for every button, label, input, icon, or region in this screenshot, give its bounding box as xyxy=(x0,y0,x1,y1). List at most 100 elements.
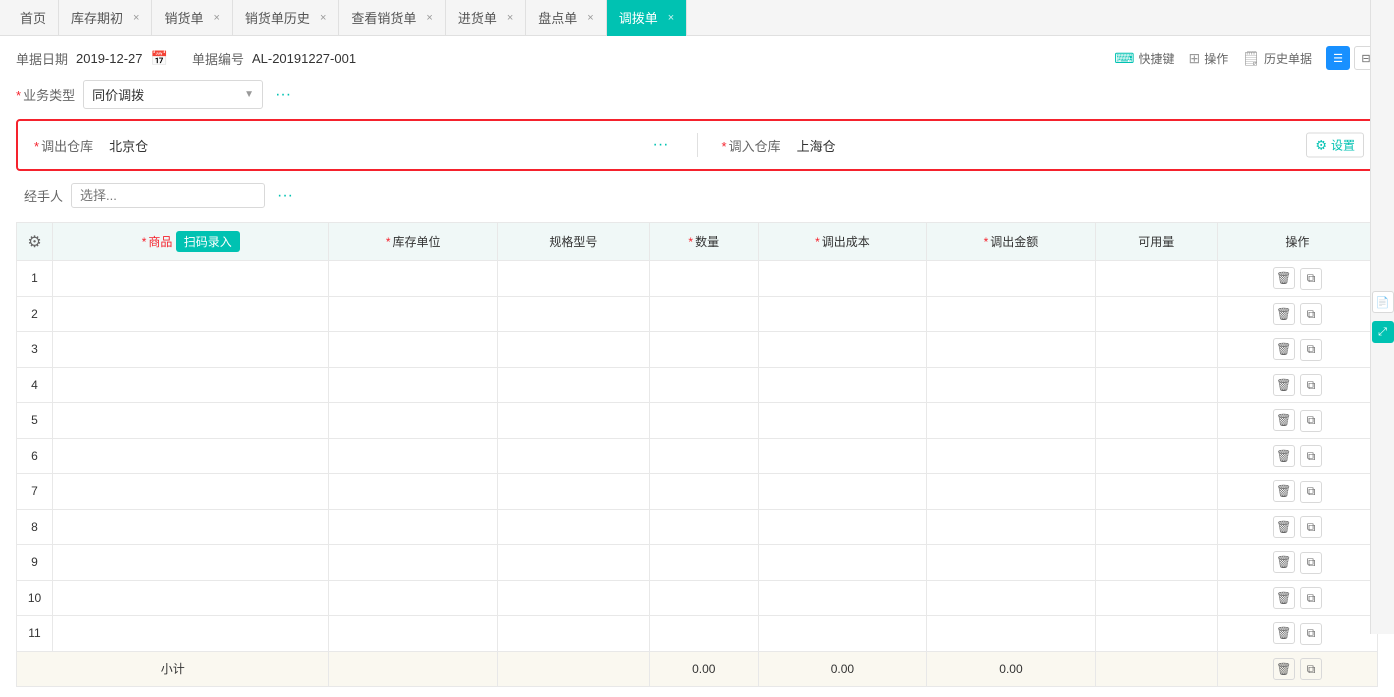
col-settings[interactable]: ⚙ xyxy=(17,223,53,261)
delete-icon-11[interactable]: 🗑 xyxy=(1273,622,1295,644)
row-amount-2[interactable] xyxy=(927,296,1096,332)
row-cost-3[interactable] xyxy=(758,332,927,368)
copy-icon-4[interactable]: ⧉ xyxy=(1300,374,1322,396)
row-qty-2[interactable] xyxy=(649,296,758,332)
row-product-3[interactable] xyxy=(53,332,329,368)
delete-icon-10[interactable]: 🗑 xyxy=(1273,587,1295,609)
handler-more-icon[interactable]: ··· xyxy=(273,187,297,205)
row-amount-10[interactable] xyxy=(927,580,1096,616)
out-warehouse-field: *调出仓库 北京仓 ··· xyxy=(34,136,673,155)
subtotal-delete-icon[interactable]: 🗑 xyxy=(1273,658,1295,680)
biz-type-more-icon[interactable]: ··· xyxy=(271,86,295,104)
tab-close-view-sales[interactable]: × xyxy=(426,12,432,24)
row-unit-2 xyxy=(329,296,498,332)
scan-button[interactable]: 扫码录入 xyxy=(176,231,240,252)
out-warehouse-more-icon[interactable]: ··· xyxy=(649,136,673,154)
row-amount-6[interactable] xyxy=(927,438,1096,474)
row-cost-1[interactable] xyxy=(758,261,927,297)
row-cost-8[interactable] xyxy=(758,509,927,545)
row-qty-9[interactable] xyxy=(649,545,758,581)
row-product-4[interactable] xyxy=(53,367,329,403)
calendar-icon[interactable]: 📅 xyxy=(151,50,168,67)
row-product-1[interactable] xyxy=(53,261,329,297)
delete-icon-8[interactable]: 🗑 xyxy=(1273,516,1295,538)
row-product-8[interactable] xyxy=(53,509,329,545)
delete-icon-9[interactable]: 🗑 xyxy=(1273,551,1295,573)
row-qty-8[interactable] xyxy=(649,509,758,545)
row-qty-6[interactable] xyxy=(649,438,758,474)
row-cost-6[interactable] xyxy=(758,438,927,474)
delete-icon-7[interactable]: 🗑 xyxy=(1273,480,1295,502)
row-amount-4[interactable] xyxy=(927,367,1096,403)
copy-icon-3[interactable]: ⧉ xyxy=(1300,339,1322,361)
tab-sales-order[interactable]: 销货单 × xyxy=(152,0,232,36)
tab-inventory-init[interactable]: 库存期初 × xyxy=(59,0,152,36)
tab-close-stocktake[interactable]: × xyxy=(587,12,593,24)
copy-icon-5[interactable]: ⧉ xyxy=(1300,410,1322,432)
shortcuts-button[interactable]: ⌨ 快捷键 xyxy=(1114,50,1174,67)
delete-icon-5[interactable]: 🗑 xyxy=(1273,409,1295,431)
tab-sales-history[interactable]: 销货单历史 × xyxy=(233,0,339,36)
row-amount-3[interactable] xyxy=(927,332,1096,368)
row-product-9[interactable] xyxy=(53,545,329,581)
row-product-10[interactable] xyxy=(53,580,329,616)
biz-type-select[interactable]: 同价调拨 ▼ xyxy=(83,80,263,109)
row-cost-5[interactable] xyxy=(758,403,927,439)
tab-close-inventory-init[interactable]: × xyxy=(133,12,139,24)
row-product-2[interactable] xyxy=(53,296,329,332)
delete-icon-6[interactable]: 🗑 xyxy=(1273,445,1295,467)
tab-close-transfer[interactable]: × xyxy=(668,12,674,24)
sidebar-expand-button[interactable]: ⤢ xyxy=(1372,321,1394,343)
copy-icon-10[interactable]: ⧉ xyxy=(1300,587,1322,609)
row-qty-7[interactable] xyxy=(649,474,758,510)
history-button[interactable]: 🗒 历史单据 xyxy=(1242,50,1312,67)
copy-icon-6[interactable]: ⧉ xyxy=(1300,445,1322,467)
row-amount-9[interactable] xyxy=(927,545,1096,581)
row-product-11[interactable] xyxy=(53,616,329,652)
row-amount-11[interactable] xyxy=(927,616,1096,652)
tab-close-sales-history[interactable]: × xyxy=(320,12,326,24)
row-amount-1[interactable] xyxy=(927,261,1096,297)
tab-view-sales[interactable]: 查看销货单 × xyxy=(339,0,445,36)
copy-icon-9[interactable]: ⧉ xyxy=(1300,552,1322,574)
row-product-7[interactable] xyxy=(53,474,329,510)
handler-input[interactable] xyxy=(71,183,265,208)
row-cost-2[interactable] xyxy=(758,296,927,332)
subtotal-copy-icon[interactable]: ⧉ xyxy=(1300,658,1322,680)
operations-button[interactable]: ⊞ 操作 xyxy=(1188,50,1228,67)
tab-close-purchase[interactable]: × xyxy=(507,12,513,24)
tab-home[interactable]: 首页 xyxy=(8,0,59,36)
row-qty-4[interactable] xyxy=(649,367,758,403)
settings-button[interactable]: ⚙ 设置 xyxy=(1306,133,1364,158)
toolbar-list-icon[interactable]: ☰ xyxy=(1326,46,1350,70)
row-qty-5[interactable] xyxy=(649,403,758,439)
delete-icon-3[interactable]: 🗑 xyxy=(1273,338,1295,360)
tab-transfer[interactable]: 调拨单 × xyxy=(607,0,687,36)
copy-icon-8[interactable]: ⧉ xyxy=(1300,516,1322,538)
delete-icon-4[interactable]: 🗑 xyxy=(1273,374,1295,396)
row-cost-10[interactable] xyxy=(758,580,927,616)
row-qty-10[interactable] xyxy=(649,580,758,616)
row-qty-11[interactable] xyxy=(649,616,758,652)
row-amount-8[interactable] xyxy=(927,509,1096,545)
delete-icon-2[interactable]: 🗑 xyxy=(1273,303,1295,325)
copy-icon-2[interactable]: ⧉ xyxy=(1300,303,1322,325)
row-cost-9[interactable] xyxy=(758,545,927,581)
row-product-5[interactable] xyxy=(53,403,329,439)
tab-purchase[interactable]: 进货单 × xyxy=(446,0,526,36)
delete-icon-1[interactable]: 🗑 xyxy=(1273,267,1295,289)
row-cost-4[interactable] xyxy=(758,367,927,403)
row-cost-11[interactable] xyxy=(758,616,927,652)
col-settings-icon[interactable]: ⚙ xyxy=(27,234,41,251)
row-amount-7[interactable] xyxy=(927,474,1096,510)
copy-icon-1[interactable]: ⧉ xyxy=(1300,268,1322,290)
sidebar-doc-button[interactable]: 📄 xyxy=(1372,291,1394,313)
row-product-6[interactable] xyxy=(53,438,329,474)
row-amount-5[interactable] xyxy=(927,403,1096,439)
row-qty-3[interactable] xyxy=(649,332,758,368)
tab-close-sales-order[interactable]: × xyxy=(213,12,219,24)
copy-icon-7[interactable]: ⧉ xyxy=(1300,481,1322,503)
tab-stocktake[interactable]: 盘点单 × xyxy=(526,0,606,36)
row-qty-1[interactable] xyxy=(649,261,758,297)
row-cost-7[interactable] xyxy=(758,474,927,510)
